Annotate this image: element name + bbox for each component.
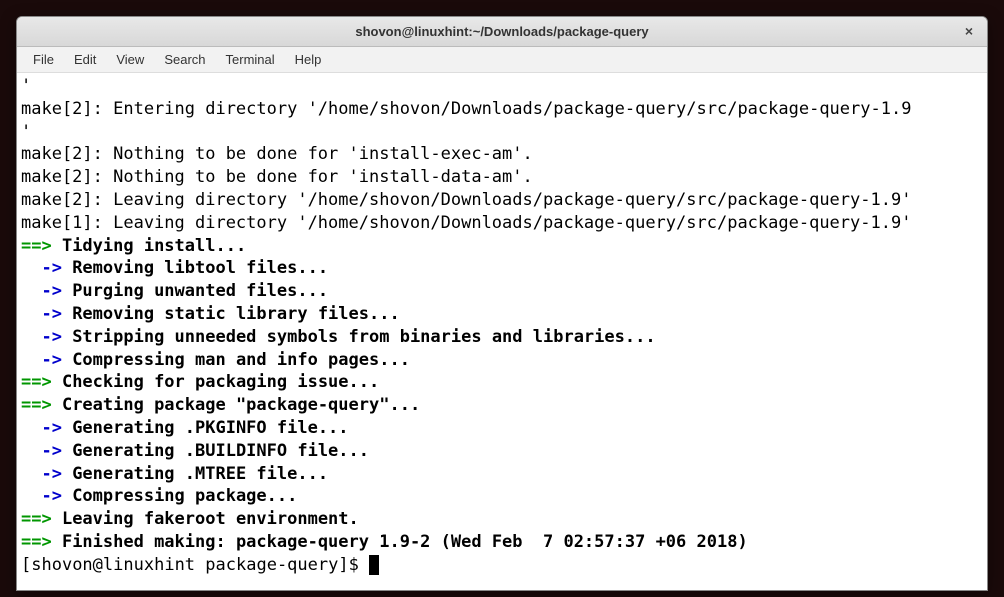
terminal-line: make[2]: Nothing to be done for 'install…	[21, 166, 983, 189]
menubar: File Edit View Search Terminal Help	[17, 47, 987, 73]
status-text: Generating .MTREE file...	[72, 464, 328, 484]
status-text: Generating .BUILDINFO file...	[72, 441, 369, 461]
terminal-line: '	[21, 75, 983, 98]
arrow-green-icon: ==>	[21, 395, 62, 415]
arrow-blue-icon: ->	[21, 441, 72, 461]
status-text: Stripping unneeded symbols from binaries…	[72, 327, 655, 347]
menu-edit[interactable]: Edit	[64, 50, 106, 69]
arrow-blue-icon: ->	[21, 327, 72, 347]
arrow-blue-icon: ->	[21, 281, 72, 301]
terminal-line: make[1]: Leaving directory '/home/shovon…	[21, 212, 983, 235]
terminal-line: -> Removing static library files...	[21, 303, 983, 326]
arrow-green-icon: ==>	[21, 509, 62, 529]
terminal-line: ==> Creating package "package-query"...	[21, 394, 983, 417]
status-text: Generating .PKGINFO file...	[72, 418, 348, 438]
arrow-blue-icon: ->	[21, 486, 72, 506]
terminal-line: -> Compressing man and info pages...	[21, 349, 983, 372]
menu-view[interactable]: View	[106, 50, 154, 69]
arrow-blue-icon: ->	[21, 258, 72, 278]
terminal-line: -> Generating .MTREE file...	[21, 463, 983, 486]
status-text: Compressing man and info pages...	[72, 350, 410, 370]
prompt-open: [	[21, 555, 31, 575]
status-text: Removing static library files...	[72, 304, 400, 324]
status-text: Creating package "package-query"...	[62, 395, 420, 415]
arrow-blue-icon: ->	[21, 350, 72, 370]
arrow-green-icon: ==>	[21, 372, 62, 392]
terminal-line: make[2]: Leaving directory '/home/shovon…	[21, 189, 983, 212]
terminal-line: -> Generating .BUILDINFO file...	[21, 440, 983, 463]
menu-help[interactable]: Help	[285, 50, 332, 69]
status-text: Compressing package...	[72, 486, 297, 506]
menu-file[interactable]: File	[23, 50, 64, 69]
status-text: Leaving fakeroot environment.	[62, 509, 359, 529]
close-button[interactable]: ×	[959, 21, 979, 41]
prompt-sep	[195, 555, 205, 575]
prompt-user: shovon	[31, 555, 92, 575]
arrow-green-icon: ==>	[21, 532, 62, 552]
status-text: Checking for packaging issue...	[62, 372, 379, 392]
window-title: shovon@linuxhint:~/Downloads/package-que…	[355, 24, 648, 39]
terminal-line: '	[21, 121, 983, 144]
arrow-blue-icon: ->	[21, 418, 72, 438]
arrow-green-icon: ==>	[21, 236, 62, 256]
terminal-line: ==> Finished making: package-query 1.9-2…	[21, 531, 983, 554]
status-text: Finished making: package-query 1.9-2 (We…	[62, 532, 748, 552]
titlebar[interactable]: shovon@linuxhint:~/Downloads/package-que…	[17, 17, 987, 47]
status-text: Removing libtool files...	[72, 258, 328, 278]
terminal-line: -> Purging unwanted files...	[21, 280, 983, 303]
terminal-output[interactable]: 'make[2]: Entering directory '/home/shov…	[17, 73, 987, 590]
status-text: Purging unwanted files...	[72, 281, 328, 301]
terminal-line: ==> Leaving fakeroot environment.	[21, 508, 983, 531]
prompt-close: ]$	[338, 555, 369, 575]
menu-search[interactable]: Search	[154, 50, 215, 69]
prompt-dir: package-query	[205, 555, 338, 575]
status-text: Tidying install...	[62, 236, 246, 256]
terminal-window: shovon@linuxhint:~/Downloads/package-que…	[16, 16, 988, 591]
prompt-line[interactable]: [shovon@linuxhint package-query]$	[21, 554, 983, 577]
cursor-icon	[369, 555, 379, 575]
terminal-line: make[2]: Entering directory '/home/shovo…	[21, 98, 983, 121]
terminal-line: ==> Checking for packaging issue...	[21, 371, 983, 394]
arrow-blue-icon: ->	[21, 304, 72, 324]
arrow-blue-icon: ->	[21, 464, 72, 484]
terminal-line: -> Removing libtool files...	[21, 257, 983, 280]
close-icon: ×	[965, 23, 973, 39]
terminal-line: -> Compressing package...	[21, 485, 983, 508]
terminal-line: -> Stripping unneeded symbols from binar…	[21, 326, 983, 349]
prompt-at: @	[93, 555, 103, 575]
prompt-host: linuxhint	[103, 555, 195, 575]
terminal-line: make[2]: Nothing to be done for 'install…	[21, 143, 983, 166]
menu-terminal[interactable]: Terminal	[216, 50, 285, 69]
terminal-line: -> Generating .PKGINFO file...	[21, 417, 983, 440]
terminal-line: ==> Tidying install...	[21, 235, 983, 258]
